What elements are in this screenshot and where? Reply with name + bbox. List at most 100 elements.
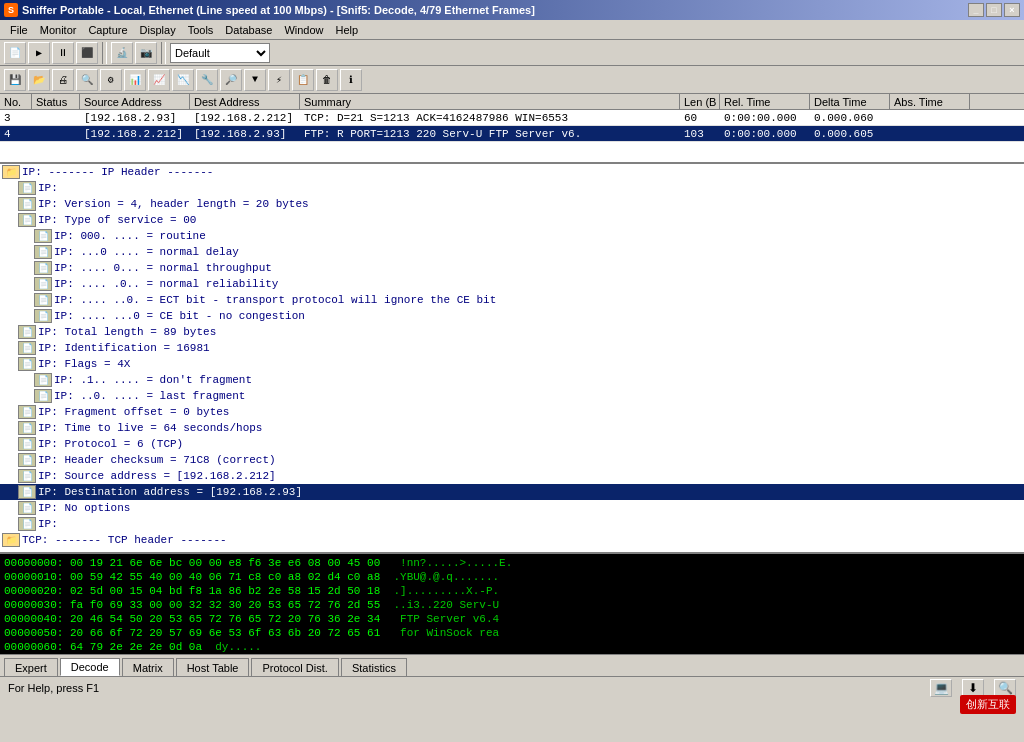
decode-line[interactable]: 📄 IP: Header checksum = 71C8 (correct) xyxy=(0,452,1024,468)
tb2-btn14[interactable]: 🗑 xyxy=(316,69,338,91)
status-btn3[interactable]: 🔍 xyxy=(994,679,1016,697)
decode-line[interactable]: 📄 IP: .... 0... = normal throughput xyxy=(0,260,1024,276)
menu-item-help[interactable]: Help xyxy=(330,23,365,37)
doc-icon: 📄 xyxy=(18,453,36,467)
tb2-btn12[interactable]: ⚡ xyxy=(268,69,290,91)
hex-offset: 00000000: xyxy=(4,557,70,569)
decode-line[interactable]: 📄 IP: xyxy=(0,516,1024,532)
tab-expert[interactable]: Expert xyxy=(4,658,58,676)
open-button[interactable]: ▶ xyxy=(28,42,50,64)
status-btn2[interactable]: ⬇ xyxy=(962,679,984,697)
tab-statistics[interactable]: Statistics xyxy=(341,658,407,676)
stop-button[interactable]: ⬛ xyxy=(76,42,98,64)
decode-line[interactable]: 📄 IP: .... ...0 = CE bit - no congestion xyxy=(0,308,1024,324)
minimize-button[interactable]: _ xyxy=(968,3,984,17)
decode-line[interactable]: 📄 IP: Total length = 89 bytes xyxy=(0,324,1024,340)
packet-cell xyxy=(32,126,80,141)
decode-line[interactable]: 📄 IP: Identification = 16981 xyxy=(0,340,1024,356)
status-btn1[interactable]: 💻 xyxy=(930,679,952,697)
decode-line[interactable]: 📄 IP: .1.. .... = don't fragment xyxy=(0,372,1024,388)
tab-protocol-dist.[interactable]: Protocol Dist. xyxy=(251,658,338,676)
packet-cell xyxy=(890,126,970,141)
decode-line[interactable]: 📄 IP: Fragment offset = 0 bytes xyxy=(0,404,1024,420)
separator-1 xyxy=(102,42,107,64)
hex-bytes: 64 79 2e 2e 2e 0d 0a xyxy=(70,641,215,653)
decode-line[interactable]: 📄 IP: xyxy=(0,180,1024,196)
tab-decode[interactable]: Decode xyxy=(60,658,120,676)
maximize-button[interactable]: □ xyxy=(986,3,1002,17)
tb2-btn9[interactable]: 🔧 xyxy=(196,69,218,91)
decode-line[interactable]: 📄 IP: Source address = [192.168.2.212] xyxy=(0,468,1024,484)
tb2-btn8[interactable]: 📉 xyxy=(172,69,194,91)
decode-line[interactable]: 📄 IP: Type of service = 00 xyxy=(0,212,1024,228)
decode-line[interactable]: 📄 IP: No options xyxy=(0,500,1024,516)
menu-item-file[interactable]: File xyxy=(4,23,34,37)
decode-line[interactable]: 📄 IP: Flags = 4X xyxy=(0,356,1024,372)
menu-item-display[interactable]: Display xyxy=(134,23,182,37)
doc-icon: 📄 xyxy=(18,197,36,211)
packet-list: No. Status Source Address Dest Address S… xyxy=(0,94,1024,164)
decode-text: IP: .... ..0. = ECT bit - transport prot… xyxy=(54,294,496,306)
tb2-btn10[interactable]: 🔎 xyxy=(220,69,242,91)
decode-text: IP: Identification = 16981 xyxy=(38,342,210,354)
menu-item-capture[interactable]: Capture xyxy=(82,23,133,37)
decode-panel[interactable]: 📁 IP: ------- IP Header -------📄 IP:📄 IP… xyxy=(0,164,1024,554)
packet-row[interactable]: 4[192.168.2.212][192.168.2.93]FTP: R POR… xyxy=(0,126,1024,142)
capture-button[interactable]: 📷 xyxy=(135,42,157,64)
decode-text: IP: 000. .... = routine xyxy=(54,230,206,242)
decode-line[interactable]: 📁 TCP: ------- TCP header ------- xyxy=(0,532,1024,548)
decode-line[interactable]: 📄 IP: .... ..0. = ECT bit - transport pr… xyxy=(0,292,1024,308)
filter-button[interactable]: 🔬 xyxy=(111,42,133,64)
doc-icon: 📄 xyxy=(34,229,52,243)
packet-rows: 3[192.168.2.93][192.168.2.212]TCP: D=21 … xyxy=(0,110,1024,142)
tb2-btn4[interactable]: 🔍 xyxy=(76,69,98,91)
tb2-btn13[interactable]: 📋 xyxy=(292,69,314,91)
hex-ascii: ..i3..220 Serv-U xyxy=(393,599,499,611)
decode-line[interactable]: 📄 IP: 000. .... = routine xyxy=(0,228,1024,244)
col-header-status: Status xyxy=(32,94,80,109)
doc-icon: 📄 xyxy=(18,437,36,451)
doc-icon: 📄 xyxy=(34,373,52,387)
menu-item-tools[interactable]: Tools xyxy=(182,23,220,37)
menu-item-window[interactable]: Window xyxy=(278,23,329,37)
tab-host-table[interactable]: Host Table xyxy=(176,658,250,676)
packet-cell: 4 xyxy=(0,126,32,141)
hex-bytes: 00 59 42 55 40 00 40 06 71 c8 c0 a8 02 d… xyxy=(70,571,393,583)
hex-ascii: !nn?.....>.....E. xyxy=(393,557,512,569)
decode-text: IP: Flags = 4X xyxy=(38,358,130,370)
decode-line[interactable]: 📄 IP: Protocol = 6 (TCP) xyxy=(0,436,1024,452)
tb2-btn3[interactable]: 🖨 xyxy=(52,69,74,91)
decode-line[interactable]: 📄 IP: Destination address = [192.168.2.9… xyxy=(0,484,1024,500)
decode-line[interactable]: 📄 IP: ...0 .... = normal delay xyxy=(0,244,1024,260)
tb2-btn1[interactable]: 💾 xyxy=(4,69,26,91)
tb2-btn5[interactable]: ⚙ xyxy=(100,69,122,91)
decode-line[interactable]: 📁 IP: ------- IP Header ------- xyxy=(0,164,1024,180)
packet-row[interactable]: 3[192.168.2.93][192.168.2.212]TCP: D=21 … xyxy=(0,110,1024,126)
decode-text: IP: Header checksum = 71C8 (correct) xyxy=(38,454,276,466)
profile-dropdown[interactable]: Default xyxy=(170,43,270,63)
decode-line[interactable]: 📄 IP: Time to live = 64 seconds/hops xyxy=(0,420,1024,436)
menu-item-database[interactable]: Database xyxy=(219,23,278,37)
tb2-btn6[interactable]: 📊 xyxy=(124,69,146,91)
doc-icon: 📄 xyxy=(18,357,36,371)
watermark-text: 创新互联 xyxy=(966,697,1010,712)
tab-matrix[interactable]: Matrix xyxy=(122,658,174,676)
close-button[interactable]: × xyxy=(1004,3,1020,17)
decode-text: IP: Time to live = 64 seconds/hops xyxy=(38,422,262,434)
col-header-rel: Rel. Time xyxy=(720,94,810,109)
tb2-btn7[interactable]: 📈 xyxy=(148,69,170,91)
tb2-btn11[interactable]: ▼ xyxy=(244,69,266,91)
decode-line[interactable]: 📄 IP: Version = 4, header length = 20 by… xyxy=(0,196,1024,212)
menu-item-monitor[interactable]: Monitor xyxy=(34,23,83,37)
tb2-btn2[interactable]: 📂 xyxy=(28,69,50,91)
new-button[interactable]: 📄 xyxy=(4,42,26,64)
decode-line[interactable]: 📄 IP: ..0. .... = last fragment xyxy=(0,388,1024,404)
hex-panel[interactable]: 00000000: 00 19 21 6e 6e bc 00 00 e8 f6 … xyxy=(0,554,1024,654)
doc-icon: 📄 xyxy=(18,501,36,515)
decode-line[interactable]: 📄 IP: .... .0.. = normal reliability xyxy=(0,276,1024,292)
tb2-btn15[interactable]: ℹ xyxy=(340,69,362,91)
decode-text: IP: Total length = 89 bytes xyxy=(38,326,216,338)
hex-bytes: fa f0 69 33 00 00 32 32 30 20 53 65 72 7… xyxy=(70,599,393,611)
pause-button[interactable]: ⏸ xyxy=(52,42,74,64)
hex-bytes: 20 46 54 50 20 53 65 72 76 65 72 20 76 3… xyxy=(70,613,393,625)
